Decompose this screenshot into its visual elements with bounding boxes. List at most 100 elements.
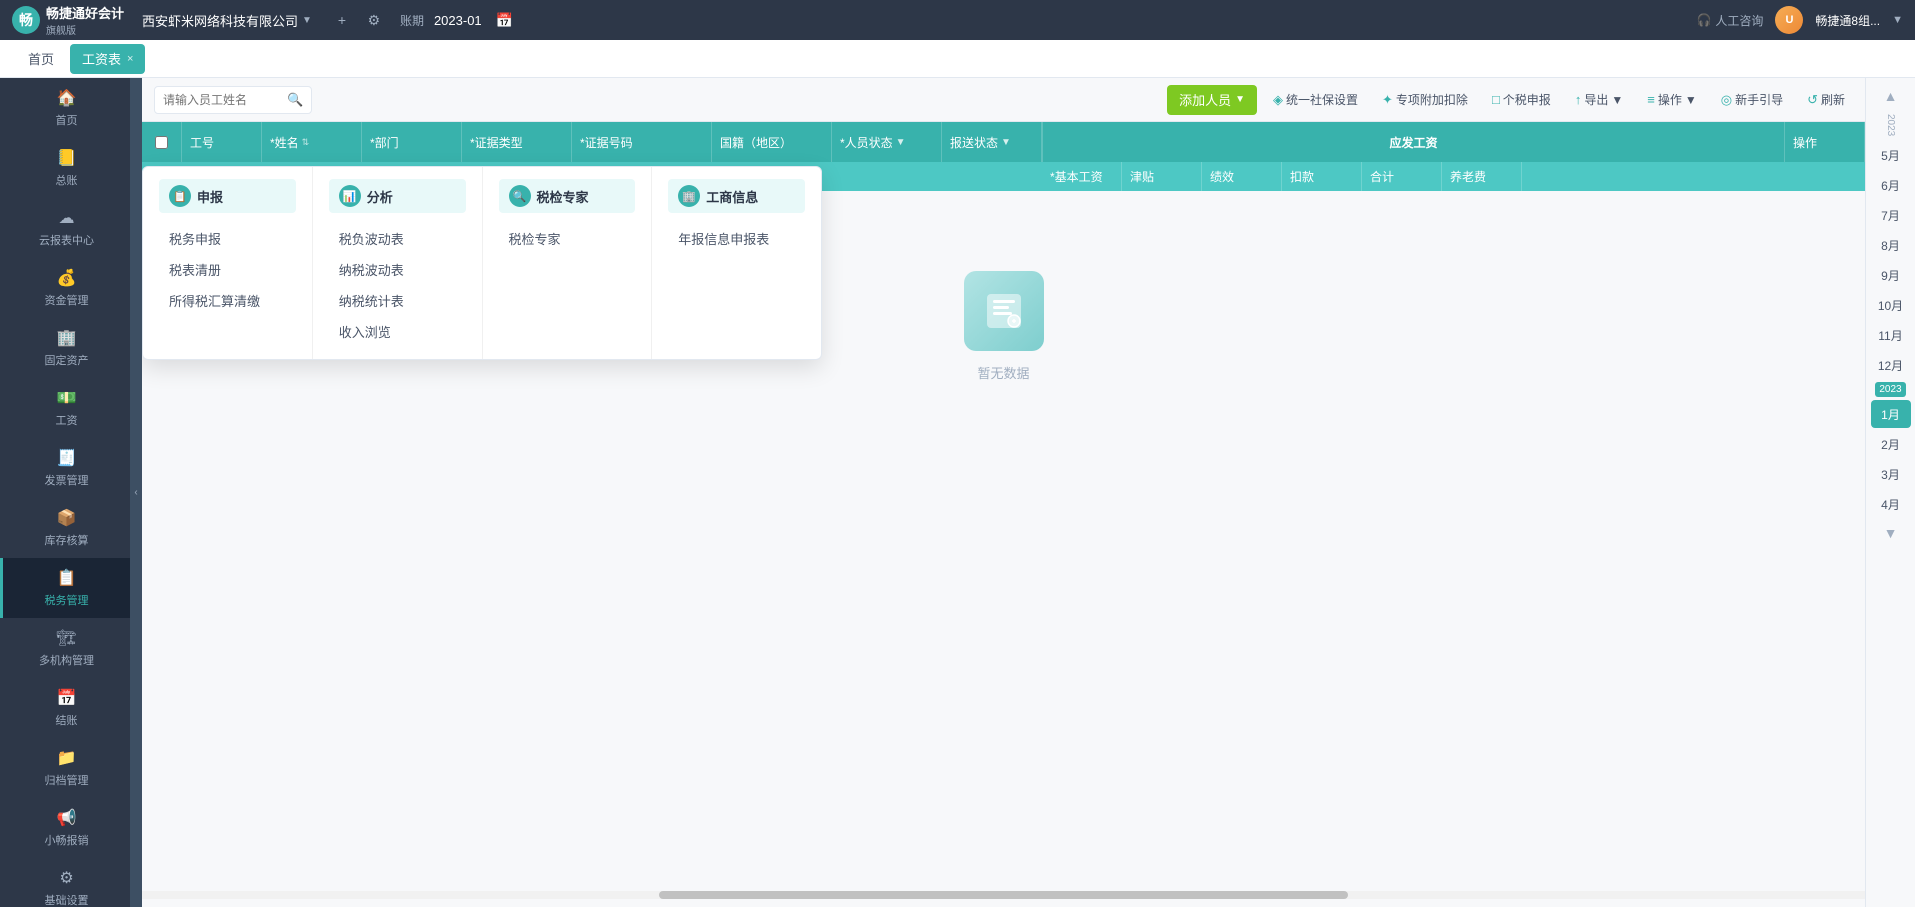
horizontal-scrollbar-track[interactable] bbox=[142, 891, 1865, 899]
th-allowance: 津贴 bbox=[1122, 162, 1202, 191]
dropdown-item-tax-declare[interactable]: 税务申报 bbox=[159, 223, 296, 254]
cal-month-feb[interactable]: 2月 bbox=[1871, 430, 1911, 458]
dropdown-item-tax-payment[interactable]: 纳税波动表 bbox=[329, 254, 466, 285]
sidebar-item-tax[interactable]: 📋 税务管理 bbox=[0, 558, 130, 618]
search-input[interactable] bbox=[163, 93, 283, 107]
operations-icon: ≡ bbox=[1647, 92, 1655, 107]
tab-home[interactable]: 首页 bbox=[16, 44, 66, 74]
guide-button[interactable]: ◎ 新手引导 bbox=[1713, 87, 1791, 112]
sidebar-home-label: 首页 bbox=[56, 112, 78, 128]
social-security-label: 统一社保设置 bbox=[1286, 91, 1358, 108]
assets-icon: 🏢 bbox=[57, 328, 77, 348]
social-security-button[interactable]: ◈ 统一社保设置 bbox=[1265, 87, 1366, 112]
cal-month-sep[interactable]: 9月 bbox=[1871, 261, 1911, 289]
add-person-button[interactable]: 添加人员 ▼ bbox=[1167, 85, 1257, 115]
tab-close-icon[interactable]: × bbox=[127, 53, 133, 65]
th-report-status[interactable]: 报送状态 ▼ bbox=[942, 122, 1042, 162]
sidebar-item-home[interactable]: 🏠 首页 bbox=[0, 78, 130, 138]
dropdown-item-tax-burden[interactable]: 税负波动表 bbox=[329, 223, 466, 254]
th-region: 国籍（地区） bbox=[712, 122, 832, 162]
th-deduction: 扣款 bbox=[1282, 162, 1362, 191]
th-id-no: *证据号码 bbox=[572, 122, 712, 162]
calendar-down-nav[interactable]: ▼ bbox=[1879, 521, 1903, 545]
report-filter-icon[interactable]: ▼ bbox=[1001, 137, 1011, 148]
tax-report-button[interactable]: □ 个税申报 bbox=[1484, 87, 1559, 112]
analysis-title: 分析 bbox=[367, 187, 393, 206]
sidebar-toggle[interactable]: ‹ bbox=[130, 78, 142, 907]
cal-month-may[interactable]: 5月 bbox=[1871, 141, 1911, 169]
declaration-title: 申报 bbox=[197, 187, 223, 206]
sidebar-item-ledger[interactable]: 📒 总账 bbox=[0, 138, 130, 198]
cal-month-jul[interactable]: 7月 bbox=[1871, 201, 1911, 229]
cal-month-aug[interactable]: 8月 bbox=[1871, 231, 1911, 259]
refresh-label: 刷新 bbox=[1821, 91, 1845, 108]
dropdown-item-annual-report[interactable]: 年报信息申报表 bbox=[668, 223, 805, 254]
status-filter-icon[interactable]: ▼ bbox=[896, 137, 906, 148]
archive-icon: 📁 bbox=[57, 748, 77, 768]
horizontal-scrollbar-thumb[interactable] bbox=[659, 891, 1348, 899]
year-2023-label: 2023 bbox=[1885, 114, 1896, 136]
export-button[interactable]: ↑ 导出 ▼ bbox=[1567, 87, 1631, 112]
special-deduct-label: 专项附加扣除 bbox=[1396, 91, 1468, 108]
sidebar-promo-label: 小畅报销 bbox=[45, 832, 89, 848]
sidebar-item-inventory[interactable]: 📦 库存核算 bbox=[0, 498, 130, 558]
tax-icon: 📋 bbox=[57, 568, 77, 588]
year-2023-badge[interactable]: 2023 bbox=[1875, 382, 1905, 397]
cal-month-apr[interactable]: 4月 bbox=[1871, 490, 1911, 518]
tax-report-icon: □ bbox=[1492, 92, 1500, 107]
add-company-icon[interactable]: + bbox=[330, 8, 354, 32]
th-dept[interactable]: *部门 bbox=[362, 122, 462, 162]
sidebar-item-fund[interactable]: 💰 资金管理 bbox=[0, 258, 130, 318]
toggle-arrow-icon: ‹ bbox=[134, 487, 137, 498]
dropdown-item-income-browse[interactable]: 收入浏览 bbox=[329, 316, 466, 347]
settings-icon[interactable]: ⚙ bbox=[362, 8, 386, 32]
sidebar-item-archive[interactable]: 📁 归档管理 bbox=[0, 738, 130, 798]
cal-month-jan[interactable]: 1月 bbox=[1871, 400, 1911, 428]
sidebar-item-close-period[interactable]: 📅 结账 bbox=[0, 678, 130, 738]
company-selector[interactable]: 西安虾米网络科技有限公司 ▼ bbox=[142, 11, 312, 30]
sidebar-item-invoice[interactable]: 🧾 发票管理 bbox=[0, 438, 130, 498]
refresh-button[interactable]: ↺ 刷新 bbox=[1799, 87, 1853, 112]
sidebar-item-promo[interactable]: 📢 小畅报销 bbox=[0, 798, 130, 858]
add-dropdown-arrow-icon: ▼ bbox=[1235, 94, 1245, 105]
calendar-icon[interactable]: 📅 bbox=[496, 12, 513, 29]
cal-month-jun[interactable]: 6月 bbox=[1871, 171, 1911, 199]
cal-month-nov[interactable]: 11月 bbox=[1871, 321, 1911, 349]
cal-month-oct[interactable]: 10月 bbox=[1871, 291, 1911, 319]
operations-button[interactable]: ≡ 操作 ▼ bbox=[1639, 87, 1705, 112]
sidebar-item-assets[interactable]: 🏢 固定资产 bbox=[0, 318, 130, 378]
tab-payroll[interactable]: 工资表 × bbox=[70, 44, 145, 74]
dropdown-item-tax-table[interactable]: 税表清册 bbox=[159, 254, 296, 285]
operations-label: 操作 bbox=[1658, 91, 1682, 108]
sidebar-inventory-label: 库存核算 bbox=[45, 532, 89, 548]
operations-arrow-icon: ▼ bbox=[1685, 93, 1697, 107]
th-checkbox[interactable] bbox=[142, 122, 182, 162]
dropdown-item-tax-stats[interactable]: 纳税统计表 bbox=[329, 285, 466, 316]
toolbar-right: 添加人员 ▼ ◈ 统一社保设置 ✦ 专项附加扣除 □ 个税申报 ↑ 导出 bbox=[1167, 85, 1853, 115]
user-avatar: U bbox=[1775, 6, 1803, 34]
refresh-icon: ↺ bbox=[1807, 92, 1818, 108]
user-chevron-icon[interactable]: ▼ bbox=[1892, 14, 1903, 26]
dropdown-item-income-calc[interactable]: 所得税汇算清缴 bbox=[159, 285, 296, 316]
sidebar-item-cloud-report[interactable]: ☁ 云报表中心 bbox=[0, 198, 130, 258]
sidebar-payroll-label: 工资 bbox=[56, 412, 78, 428]
cloud-icon: ☁ bbox=[59, 208, 75, 228]
special-deduct-button[interactable]: ✦ 专项附加扣除 bbox=[1374, 87, 1476, 112]
section-header-declaration: 📋 申报 bbox=[159, 179, 296, 213]
sidebar-item-settings[interactable]: ⚙ 基础设置 bbox=[0, 858, 130, 907]
cal-month-mar[interactable]: 3月 bbox=[1871, 460, 1911, 488]
th-status[interactable]: *人员状态 ▼ bbox=[832, 122, 942, 162]
service-button[interactable]: 🎧 人工咨询 bbox=[1696, 12, 1763, 29]
sidebar-item-payroll[interactable]: 💵 工资 bbox=[0, 378, 130, 438]
sidebar-item-multi-org[interactable]: 🏗 多机构管理 bbox=[0, 618, 130, 678]
search-icon: 🔍 bbox=[287, 92, 303, 108]
calendar-up-nav[interactable]: ▲ bbox=[1879, 84, 1903, 108]
select-all-checkbox[interactable] bbox=[155, 136, 168, 149]
export-arrow-icon: ▼ bbox=[1611, 93, 1623, 107]
dropdown-item-tax-check[interactable]: 税检专家 bbox=[499, 223, 636, 254]
company-name: 西安虾米网络科技有限公司 bbox=[142, 11, 298, 30]
dropdown-section-analysis: 📊 分析 税负波动表 纳税波动表 纳税统计表 收入浏览 bbox=[313, 167, 483, 359]
sidebar-multi-org-label: 多机构管理 bbox=[39, 652, 94, 668]
th-name[interactable]: *姓名 ⇅ bbox=[262, 122, 362, 162]
cal-month-dec[interactable]: 12月 bbox=[1871, 351, 1911, 379]
